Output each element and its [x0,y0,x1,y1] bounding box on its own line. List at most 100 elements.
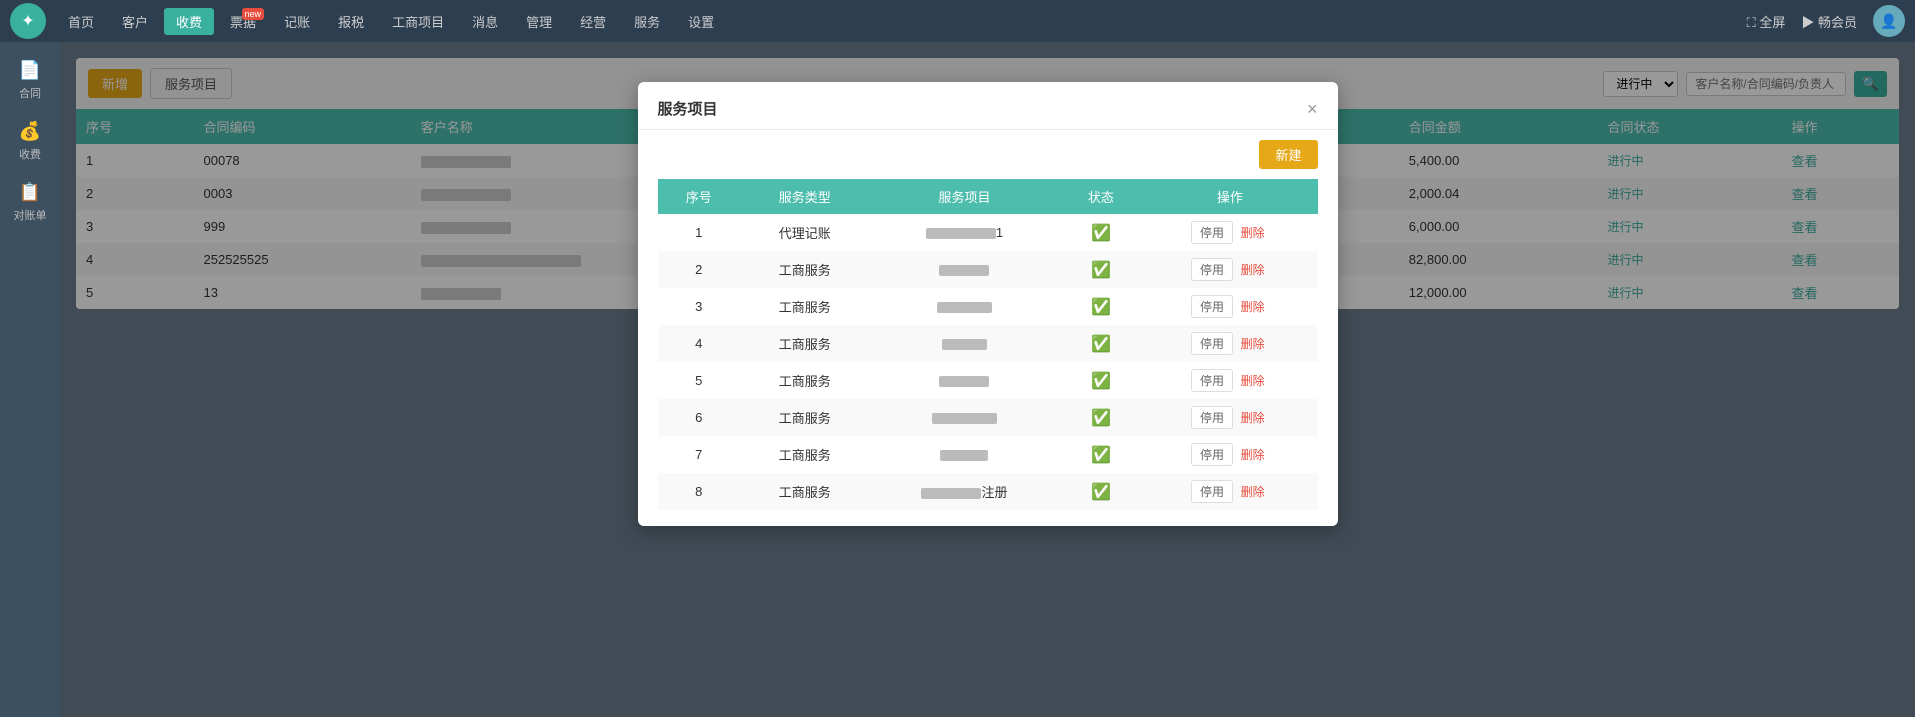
sidebar: 📄 合同 💰 收费 📋 对账单 [0,42,60,717]
modal-cell-type: 工商服务 [740,288,869,325]
stop-button[interactable]: 停用 [1191,480,1233,503]
nav-tax[interactable]: 报税 [326,8,376,35]
delete-button[interactable]: 删除 [1237,296,1269,317]
nav-message[interactable]: 消息 [460,8,510,35]
modal-cell-seq: 5 [658,362,741,399]
delete-button[interactable]: 删除 [1237,222,1269,243]
modal-cell-actions: 停用 删除 [1142,288,1317,325]
contract-icon: 📄 [19,60,41,81]
modal-cell-type: 代理记账 [740,214,869,251]
modal-cell-seq: 3 [658,288,741,325]
service-items-modal: 服务项目 × 新建 序号 服务类型 服务项目 状态 [638,82,1338,526]
nav-customer[interactable]: 客户 [110,8,160,35]
status-check-icon: ✅ [1091,299,1111,316]
delete-button[interactable]: 删除 [1237,481,1269,502]
status-check-icon: ✅ [1091,262,1111,279]
sidebar-item-fee[interactable]: 💰 收费 [4,113,56,170]
modal-cell-seq: 7 [658,436,741,473]
modal-cell-type: 工商服务 [740,399,869,436]
stop-button[interactable]: 停用 [1191,406,1233,429]
nav-service[interactable]: 服务 [622,8,672,35]
modal-cell-status: ✅ [1060,214,1143,251]
modal-cell-type: 工商服务 [740,325,869,362]
stop-button[interactable]: 停用 [1191,332,1233,355]
modal-cell-status: ✅ [1060,436,1143,473]
modal-cell-status: ✅ [1060,325,1143,362]
modal-table-header: 序号 服务类型 服务项目 状态 操作 [658,179,1318,214]
nav-fee[interactable]: 收费 [164,8,214,35]
sidebar-label-fee: 收费 [19,146,41,162]
nav-manage[interactable]: 管理 [514,8,564,35]
delete-button[interactable]: 删除 [1237,444,1269,465]
nav-settings[interactable]: 设置 [676,8,726,35]
modal-cell-actions: 停用 删除 [1142,436,1317,473]
nav-operation[interactable]: 经营 [568,8,618,35]
modal-table-row: 2 工商服务 ✅ 停用 删除 [658,251,1318,288]
modal-overlay[interactable]: 服务项目 × 新建 序号 服务类型 服务项目 状态 [60,42,1915,717]
modal-toolbar: 新建 [638,130,1338,179]
service-items-table: 序号 服务类型 服务项目 状态 操作 1 代理记账 1 ✅ 停用 删除 2 [658,179,1318,510]
delete-button[interactable]: 删除 [1237,407,1269,428]
app-logo[interactable]: ✦ [10,3,46,39]
stop-button[interactable]: 停用 [1191,221,1233,244]
status-check-icon: ✅ [1091,410,1111,427]
sidebar-item-statement[interactable]: 📋 对账单 [4,174,56,231]
delete-button[interactable]: 删除 [1237,333,1269,354]
modal-cell-item [869,399,1059,436]
modal-title: 服务项目 [658,98,718,119]
modal-table-row: 5 工商服务 ✅ 停用 删除 [658,362,1318,399]
status-check-icon: ✅ [1091,373,1111,390]
status-check-icon: ✅ [1091,225,1111,242]
modal-cell-actions: 停用 删除 [1142,325,1317,362]
modal-cell-item [869,436,1059,473]
nav-invoice[interactable]: 票据 new [218,8,268,35]
modal-cell-status: ✅ [1060,251,1143,288]
modal-cell-type: 工商服务 [740,251,869,288]
modal-col-status: 状态 [1060,179,1143,214]
modal-cell-item [869,362,1059,399]
main-layout: 📄 合同 💰 收费 📋 对账单 新增 服务项目 进行中 已完成 全部 [0,42,1915,717]
modal-cell-item [869,325,1059,362]
fee-icon: 💰 [19,121,41,142]
modal-col-item: 服务项目 [869,179,1059,214]
modal-cell-seq: 1 [658,214,741,251]
modal-cell-item [869,251,1059,288]
fullscreen-btn[interactable]: ⛶ 全屏 [1747,12,1786,31]
modal-table-row: 8 工商服务 注册 ✅ 停用 删除 [658,473,1318,510]
top-nav: ✦ 首页 客户 收费 票据 new 记账 报税 工商项目 消息 管理 经营 服务… [0,0,1915,42]
member-btn[interactable]: ▶ 畅会员 [1801,12,1857,31]
sidebar-label-contract: 合同 [19,85,41,101]
modal-body: 序号 服务类型 服务项目 状态 操作 1 代理记账 1 ✅ 停用 删除 2 [638,179,1338,526]
modal-cell-actions: 停用 删除 [1142,473,1317,510]
modal-cell-status: ✅ [1060,473,1143,510]
modal-cell-seq: 4 [658,325,741,362]
nav-business[interactable]: 工商项目 [380,8,456,35]
modal-cell-status: ✅ [1060,399,1143,436]
avatar[interactable]: 👤 [1873,5,1905,37]
stop-button[interactable]: 停用 [1191,258,1233,281]
sidebar-item-contract[interactable]: 📄 合同 [4,52,56,109]
modal-cell-seq: 2 [658,251,741,288]
nav-home[interactable]: 首页 [56,8,106,35]
modal-table-row: 6 工商服务 ✅ 停用 删除 [658,399,1318,436]
modal-table-row: 1 代理记账 1 ✅ 停用 删除 [658,214,1318,251]
delete-button[interactable]: 删除 [1237,370,1269,391]
modal-close-button[interactable]: × [1307,100,1318,118]
modal-header: 服务项目 × [638,82,1338,130]
modal-cell-status: ✅ [1060,362,1143,399]
nav-bookkeeping[interactable]: 记账 [272,8,322,35]
modal-new-button[interactable]: 新建 [1259,140,1317,169]
modal-cell-actions: 停用 删除 [1142,214,1317,251]
statement-icon: 📋 [19,182,41,203]
modal-cell-actions: 停用 删除 [1142,251,1317,288]
modal-table-row: 7 工商服务 ✅ 停用 删除 [658,436,1318,473]
status-check-icon: ✅ [1091,336,1111,353]
stop-button[interactable]: 停用 [1191,369,1233,392]
status-check-icon: ✅ [1091,484,1111,501]
delete-button[interactable]: 删除 [1237,259,1269,280]
stop-button[interactable]: 停用 [1191,295,1233,318]
modal-col-action: 操作 [1142,179,1317,214]
modal-cell-item: 1 [869,214,1059,251]
stop-button[interactable]: 停用 [1191,443,1233,466]
nav-items: 首页 客户 收费 票据 new 记账 报税 工商项目 消息 管理 经营 服务 设… [56,8,1747,35]
